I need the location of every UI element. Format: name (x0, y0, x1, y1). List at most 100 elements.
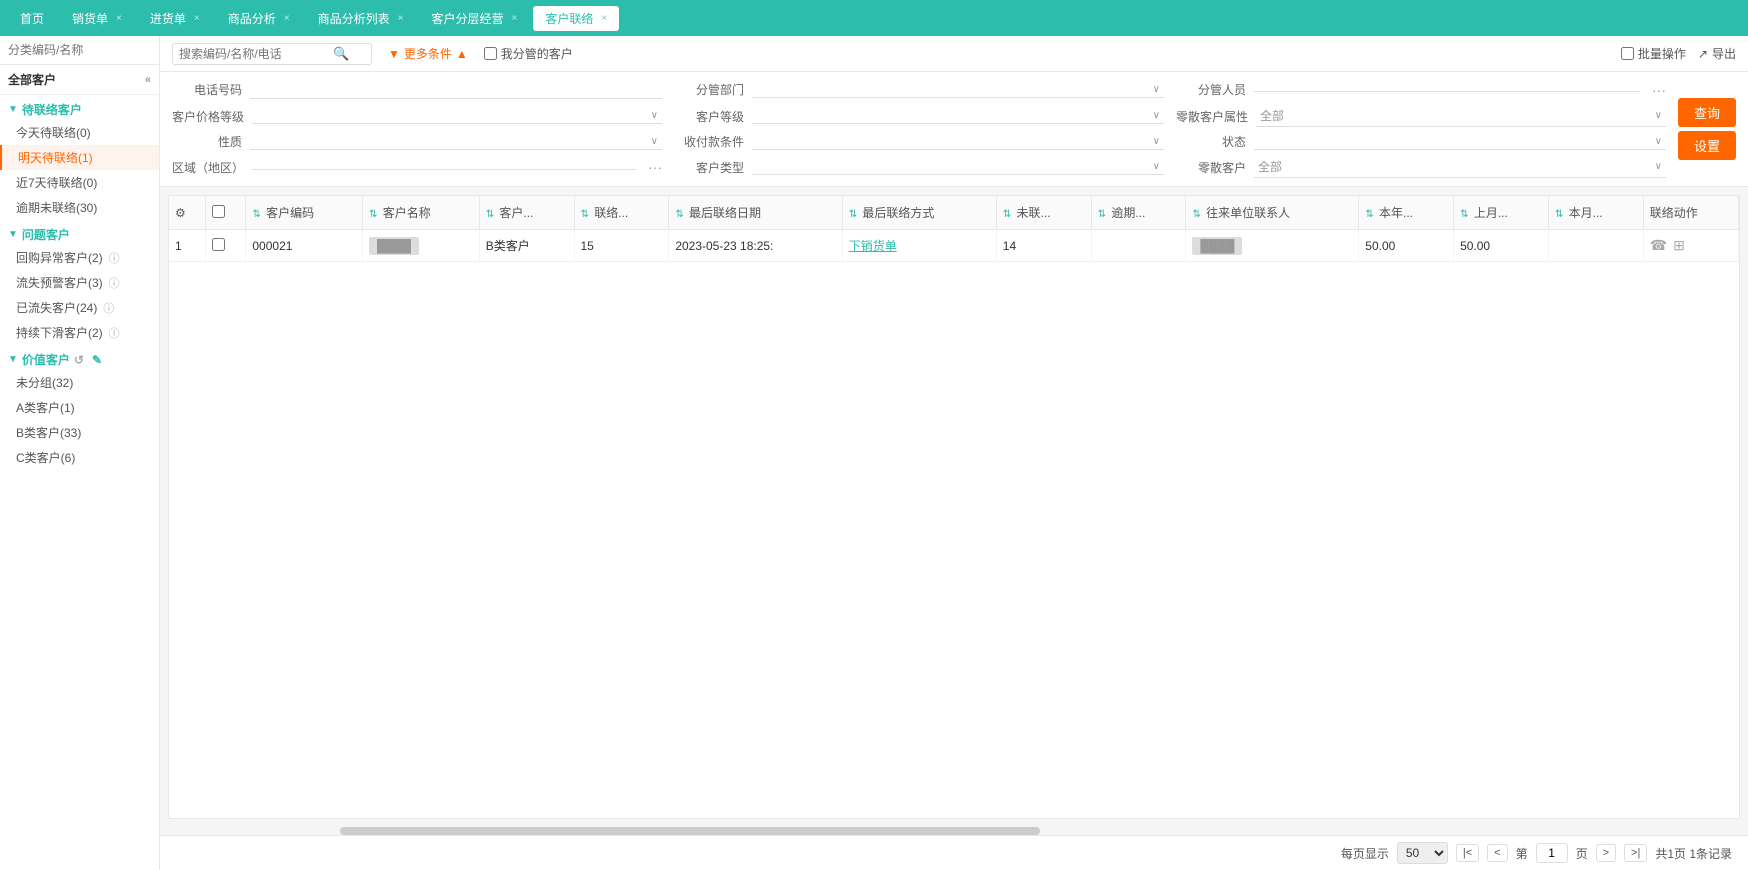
filter-row-1: 电话号码 分管部门 ∨ 分管人员 (172, 80, 1666, 99)
sidebar-group-problem: ▼ 问题客户 (0, 220, 159, 245)
info-icon-declining[interactable]: ⓘ (109, 325, 120, 341)
sidebar-item-today[interactable]: 今天待联络(0) (0, 120, 159, 145)
name-masked: ████ (369, 237, 419, 255)
group-arrow-icon: ▼ (8, 104, 18, 115)
batch-checkbox[interactable] (1621, 47, 1634, 60)
row-checkbox[interactable] (212, 238, 225, 251)
filter-customer-type-label: 客户类型 (674, 159, 744, 176)
col-this-month: ⇅ 本月... (1548, 196, 1643, 230)
refresh-value-icon[interactable]: ↺ (74, 353, 84, 367)
edit-value-icon[interactable]: ✎ (92, 353, 102, 367)
sidebar-item-declining[interactable]: 持续下滑客户(2) ⓘ (0, 320, 159, 345)
sort-icon-date: ⇅ (675, 209, 683, 220)
first-page-btn[interactable]: |< (1456, 844, 1479, 862)
sidebar-all-customers[interactable]: 全部客户 « (0, 65, 159, 95)
filter-retail-attr-select[interactable]: 全部 ∨ (1256, 105, 1666, 127)
batch-op-btn[interactable]: 批量操作 (1621, 45, 1686, 62)
grid-action-icon[interactable]: ⊞ (1673, 237, 1685, 254)
close-product-list-tab-icon[interactable]: × (398, 13, 404, 24)
retail-attr-caret-icon: ∨ (1655, 110, 1662, 121)
close-customer-contact-tab-icon[interactable]: × (601, 13, 607, 24)
info-icon-repurchase[interactable]: ⓘ (109, 250, 120, 266)
filter-nature-select[interactable]: ∨ (250, 134, 662, 150)
cell-last-method: 下销货单 (842, 230, 996, 262)
filter-person-dots[interactable]: ··· (1652, 82, 1666, 98)
sidebar-item-c-class[interactable]: C类客户(6) (0, 445, 159, 470)
sort-icon-name: ⇅ (369, 209, 377, 220)
sidebar-item-b-class[interactable]: B类客户(33) (0, 420, 159, 445)
filter-status-select[interactable]: ∨ (1254, 134, 1666, 150)
filter-dept-label: 分管部门 (674, 81, 744, 98)
filter-dept: 分管部门 ∨ (674, 81, 1164, 98)
info-icon-churned[interactable]: ⓘ (103, 300, 114, 316)
nav-product-analysis[interactable]: 商品分析 × (216, 6, 302, 31)
filter-customer-level-select[interactable]: ∨ (752, 108, 1164, 124)
filter-payment-select[interactable]: ∨ (752, 134, 1164, 150)
sidebar-item-churn-warning[interactable]: 流失预警客户(3) ⓘ (0, 270, 159, 295)
sidebar-item-overdue[interactable]: 逾期未联络(30) (0, 195, 159, 220)
nav-sales[interactable]: 销货单 × (60, 6, 134, 31)
filter-row-2: 客户价格等级 ∨ 客户等级 ∨ (172, 105, 1666, 127)
page-input[interactable] (1536, 843, 1568, 863)
sort-icon-this-month: ⇅ (1555, 209, 1563, 220)
filter-region-dots[interactable]: ··· (648, 159, 662, 175)
filter-person-input[interactable] (1254, 87, 1640, 92)
sidebar-item-repurchase[interactable]: 回购异常客户(2) ⓘ (0, 245, 159, 270)
customer-level-caret-icon: ∨ (1153, 110, 1160, 121)
close-customer-tier-tab-icon[interactable]: × (511, 13, 517, 24)
my-customers-checkbox[interactable] (484, 47, 497, 60)
dept-caret-icon: ∨ (1153, 84, 1160, 95)
nav-customer-contact[interactable]: 客户联络 × (533, 6, 619, 31)
filter-retail-customer-select[interactable]: 全部 ∨ (1254, 156, 1666, 178)
sidebar-item-a-class[interactable]: A类客户(1) (0, 395, 159, 420)
filter-dept-select[interactable]: ∨ (752, 82, 1164, 98)
close-product-analysis-tab-icon[interactable]: × (284, 13, 290, 24)
close-purchase-tab-icon[interactable]: × (194, 13, 200, 24)
nav-home[interactable]: 首页 (8, 6, 56, 31)
content-area: 🔍 ▼ 更多条件 ▲ 我分管的客户 批量操作 ↗ 导出 (160, 36, 1748, 870)
sidebar-search-input[interactable] (8, 43, 160, 57)
scrollbar-thumb[interactable] (340, 827, 1040, 835)
nav-customer-tier[interactable]: 客户分层经营 × (419, 6, 529, 31)
cell-checkbox (205, 230, 246, 262)
per-page-label: 每页显示 (1341, 845, 1389, 862)
settings-gear-icon[interactable]: ⚙ (175, 206, 186, 220)
prev-page-btn[interactable]: < (1487, 844, 1507, 862)
sidebar-item-7days[interactable]: 近7天待联络(0) (0, 170, 159, 195)
main-layout: 🔍 全部客户 « ▼ 待联络客户 今天待联络(0) 明天待联络(1) 近7天待联… (0, 36, 1748, 870)
filter-phone: 电话号码 (172, 80, 662, 99)
main-search-input[interactable] (179, 47, 329, 61)
filter-retail-attr: 零散客户属性 全部 ∨ (1176, 105, 1666, 127)
info-icon-churn-warning[interactable]: ⓘ (109, 275, 120, 291)
nav-product-analysis-list[interactable]: 商品分析列表 × (306, 6, 416, 31)
col-contact-count: ⇅ 联络... (574, 196, 669, 230)
nav-purchase[interactable]: 进货单 × (138, 6, 212, 31)
sidebar-item-ungrouped[interactable]: 未分组(32) (0, 370, 159, 395)
filter-customer-type-select[interactable]: ∨ (752, 159, 1164, 175)
sidebar-item-tomorrow[interactable]: 明天待联络(1) (0, 145, 159, 170)
horizontal-scrollbar[interactable] (160, 827, 1748, 835)
filter-region-input[interactable] (252, 165, 636, 170)
close-sales-tab-icon[interactable]: × (116, 13, 122, 24)
filter-price-level-select[interactable]: ∨ (252, 108, 662, 124)
export-btn[interactable]: ↗ 导出 (1698, 45, 1736, 62)
group-arrow-icon2: ▼ (8, 229, 18, 240)
more-filter-btn[interactable]: ▼ 更多条件 ▲ (380, 42, 476, 65)
filter-phone-input[interactable] (250, 80, 662, 99)
settings-button[interactable]: 设置 (1678, 131, 1736, 160)
per-page-select[interactable]: 50 100 200 (1397, 842, 1448, 864)
query-button[interactable]: 查询 (1678, 98, 1736, 127)
top-nav: 首页 销货单 × 进货单 × 商品分析 × 商品分析列表 × 客户分层经营 × … (0, 0, 1748, 36)
select-all-checkbox[interactable] (212, 205, 225, 218)
cell-seq: 1 (169, 230, 205, 262)
last-page-btn[interactable]: >| (1624, 844, 1647, 862)
sidebar-item-churned[interactable]: 已流失客户(24) ⓘ (0, 295, 159, 320)
filter-customer-level-label: 客户等级 (674, 108, 744, 125)
last-method-link[interactable]: 下销货单 (849, 239, 897, 253)
filter-caret-icon: ▲ (456, 47, 468, 61)
next-page-btn[interactable]: > (1596, 844, 1616, 862)
main-search-icon[interactable]: 🔍 (333, 46, 349, 62)
filter-payment: 收付款条件 ∨ (674, 133, 1164, 150)
sort-icon-uncontacted: ⇅ (1003, 209, 1011, 220)
phone-action-icon[interactable]: ☎ (1650, 237, 1667, 254)
